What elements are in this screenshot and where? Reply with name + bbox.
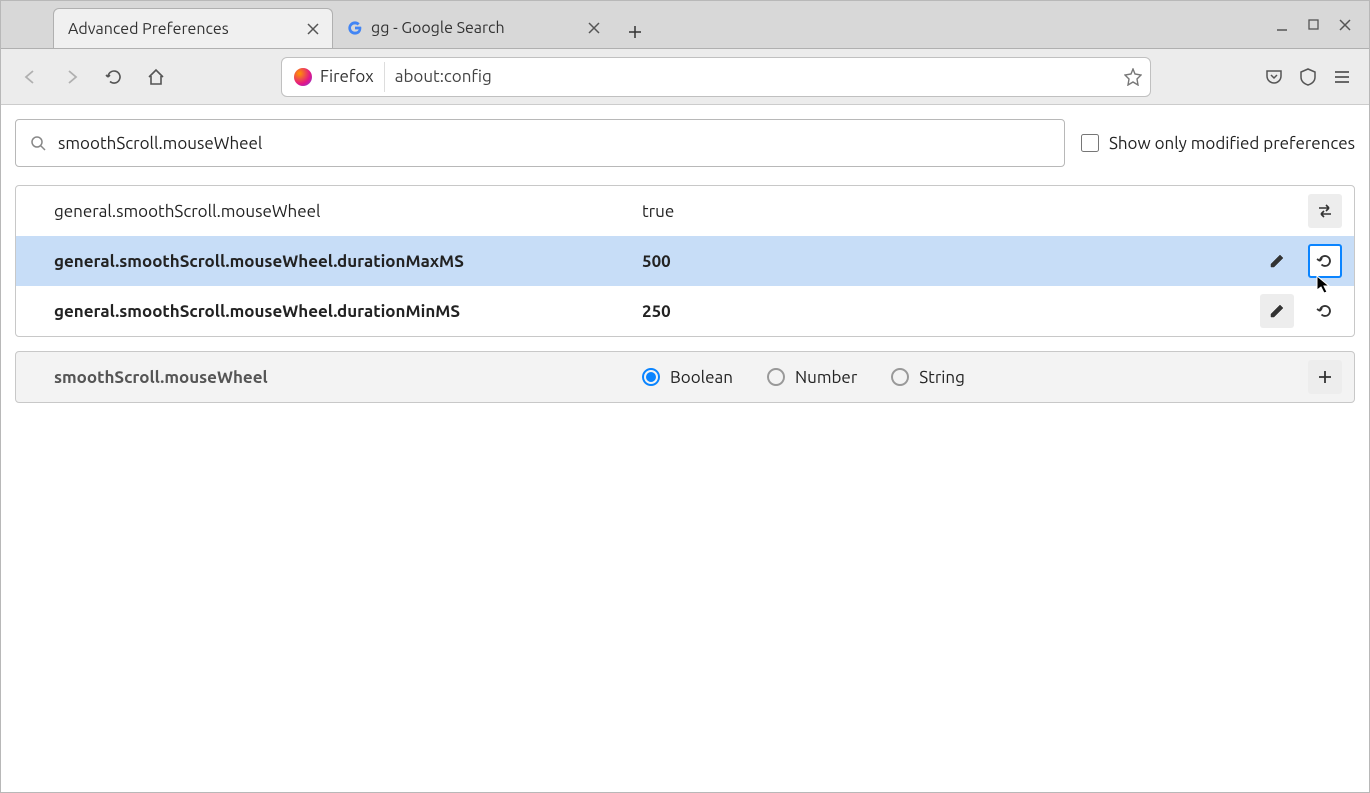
show-modified-checkbox[interactable]: Show only modified preferences (1081, 134, 1355, 153)
radio-icon (767, 368, 785, 386)
home-button[interactable] (139, 60, 173, 94)
radio-string[interactable]: String (891, 368, 965, 387)
maximize-icon[interactable] (1308, 19, 1319, 31)
tab-title: gg - Google Search (371, 19, 577, 37)
pref-value: true (642, 202, 1308, 221)
forward-button[interactable] (55, 60, 89, 94)
search-icon (30, 135, 46, 151)
search-row: Show only modified preferences (15, 119, 1355, 167)
firefox-icon (294, 68, 312, 86)
radio-boolean[interactable]: Boolean (642, 368, 733, 387)
navigation-toolbar: Firefox about:config (1, 49, 1369, 105)
google-icon (347, 20, 363, 36)
pref-name: general.smoothScroll.mouseWheel.duration… (54, 302, 642, 321)
tabs: Advanced Preferences gg - Google Search (1, 1, 651, 48)
results-table: general.smoothScroll.mouseWheel true gen… (15, 185, 1355, 337)
toggle-button[interactable] (1308, 194, 1342, 228)
about-config-content: Show only modified preferences general.s… (1, 105, 1369, 417)
pref-actions (1308, 194, 1342, 228)
pref-row[interactable]: general.smoothScroll.mouseWheel.duration… (16, 286, 1354, 336)
close-icon[interactable] (1339, 19, 1351, 31)
show-modified-input[interactable] (1081, 134, 1099, 152)
shield-icon[interactable] (1299, 68, 1317, 86)
url-bar[interactable]: Firefox about:config (281, 57, 1151, 97)
pocket-icon[interactable] (1265, 68, 1283, 86)
pref-row[interactable]: general.smoothScroll.mouseWheel true (16, 186, 1354, 236)
reset-button[interactable] (1308, 244, 1342, 278)
identity-label: Firefox (320, 67, 374, 86)
tab-google-search[interactable]: gg - Google Search (333, 8, 613, 48)
close-icon[interactable] (304, 20, 322, 38)
pref-row[interactable]: general.smoothScroll.mouseWheel.duration… (16, 236, 1354, 286)
radio-label: Boolean (670, 368, 733, 387)
identity-box[interactable]: Firefox (290, 62, 385, 92)
tab-title: Advanced Preferences (68, 20, 296, 38)
add-button[interactable] (1308, 360, 1342, 394)
title-bar: Advanced Preferences gg - Google Search (1, 1, 1369, 49)
radio-label: String (919, 368, 965, 387)
add-pref-row: smoothScroll.mouseWheel Boolean Number S… (15, 351, 1355, 403)
pref-value: 250 (642, 302, 1260, 321)
pref-actions (1260, 294, 1342, 328)
add-pref-name: smoothScroll.mouseWheel (54, 368, 642, 387)
tab-advanced-preferences[interactable]: Advanced Preferences (53, 8, 333, 48)
new-tab-button[interactable] (619, 16, 651, 48)
window-controls (1276, 19, 1369, 31)
toolbar-right (1265, 68, 1357, 86)
minimize-icon[interactable] (1276, 19, 1288, 31)
pref-name: general.smoothScroll.mouseWheel (54, 202, 642, 221)
show-modified-label: Show only modified preferences (1109, 134, 1355, 153)
pref-value: 500 (642, 252, 1260, 271)
pref-name: general.smoothScroll.mouseWheel.duration… (54, 252, 642, 271)
type-radio-group: Boolean Number String (642, 368, 1308, 387)
radio-label: Number (795, 368, 857, 387)
radio-number[interactable]: Number (767, 368, 857, 387)
reload-button[interactable] (97, 60, 131, 94)
edit-button[interactable] (1260, 294, 1294, 328)
back-button[interactable] (13, 60, 47, 94)
radio-icon (891, 368, 909, 386)
radio-icon (642, 368, 660, 386)
search-box[interactable] (15, 119, 1065, 167)
edit-button[interactable] (1260, 244, 1294, 278)
pref-actions (1260, 244, 1342, 278)
url-text: about:config (385, 67, 1124, 86)
bookmark-star-icon[interactable] (1124, 68, 1142, 86)
search-input[interactable] (58, 134, 1050, 153)
menu-icon[interactable] (1333, 68, 1351, 86)
reset-button[interactable] (1308, 294, 1342, 328)
close-icon[interactable] (585, 19, 603, 37)
